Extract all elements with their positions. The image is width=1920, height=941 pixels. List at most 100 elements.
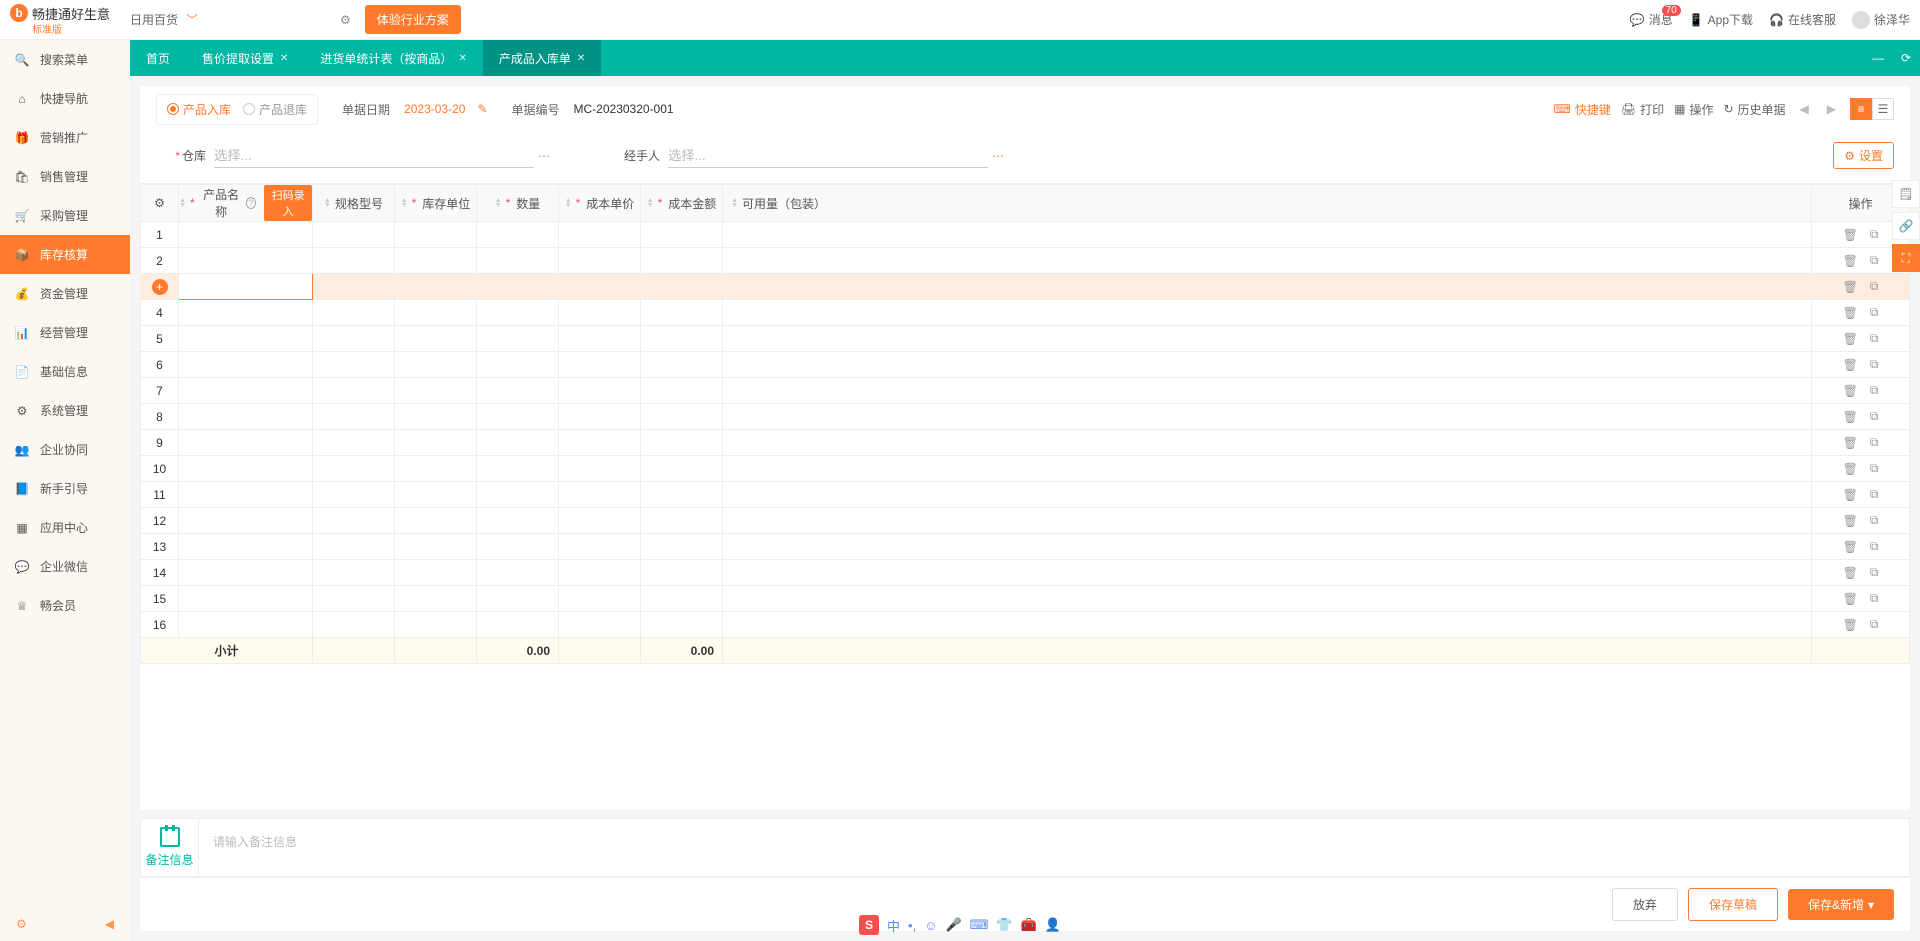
prev-doc-button[interactable]: ◀ [1796, 102, 1813, 116]
messages-button[interactable]: 💬 消息 70 [1630, 11, 1673, 28]
sidebar-item-2[interactable]: 🎁营销推广 [0, 118, 130, 157]
sidebar-item-10[interactable]: 👥企业协同 [0, 430, 130, 469]
copy-icon[interactable]: ⧉ [1870, 513, 1879, 528]
plan-button[interactable]: 体验行业方案 [365, 5, 461, 34]
tab-1[interactable]: 售价提取设置✕ [186, 40, 304, 76]
delete-icon[interactable]: 🗑 [1843, 358, 1858, 372]
handler-input[interactable] [668, 144, 988, 168]
sidebar-item-0[interactable]: 🔍搜索菜单 [0, 40, 130, 79]
warehouse-more-icon[interactable]: ⋯ [538, 149, 550, 163]
header-gear-icon[interactable]: ⚙ [154, 196, 165, 210]
date-value[interactable]: 2023-03-20 [404, 102, 465, 116]
delete-icon[interactable]: 🗑 [1843, 488, 1858, 502]
copy-icon[interactable]: ⧉ [1870, 565, 1879, 580]
sidebar-item-13[interactable]: 💬企业微信 [0, 547, 130, 586]
add-row-button[interactable]: + [152, 279, 168, 295]
table-row[interactable]: 5 🗑⧉ [141, 326, 1910, 352]
copy-icon[interactable]: ⧉ [1870, 487, 1879, 502]
table-row[interactable]: 13 🗑⧉ [141, 534, 1910, 560]
shortcut-button[interactable]: ⌨快捷键 [1554, 101, 1611, 118]
store-dropdown[interactable]: 日用百货 ﹀ [130, 11, 330, 28]
delete-icon[interactable]: 🗑 [1843, 410, 1858, 424]
date-edit-icon[interactable]: ✎ [477, 102, 487, 116]
delete-icon[interactable]: 🗑 [1843, 254, 1858, 268]
delete-icon[interactable]: 🗑 [1843, 618, 1858, 632]
history-button[interactable]: ↻历史单据 [1723, 101, 1785, 118]
sort-icon[interactable]: ▲▼ [179, 198, 186, 208]
radio-product-out[interactable]: 产品退库 [243, 101, 307, 118]
view-card-button[interactable]: ☰ [1872, 98, 1894, 120]
delete-icon[interactable]: 🗑 [1843, 306, 1858, 320]
table-row[interactable]: 12 🗑⧉ [141, 508, 1910, 534]
copy-icon[interactable]: ⧉ [1870, 305, 1879, 320]
close-icon[interactable]: ✕ [577, 53, 585, 64]
rail-expand-button[interactable]: ⛶ [1892, 244, 1920, 272]
sidebar-item-14[interactable]: ♕畅会员 [0, 586, 130, 625]
view-list-button[interactable]: ≡ [1850, 98, 1872, 120]
delete-icon[interactable]: 🗑 [1843, 332, 1858, 346]
table-row[interactable]: 14 🗑⧉ [141, 560, 1910, 586]
settings-button[interactable]: ⚙ 设置 [1833, 142, 1894, 169]
copy-icon[interactable]: ⧉ [1870, 461, 1879, 476]
rail-link-button[interactable]: 🔗 [1892, 212, 1920, 240]
ime-punct-icon[interactable]: •, [908, 918, 916, 933]
table-row[interactable]: 7 🗑⧉ [141, 378, 1910, 404]
ime-user-icon[interactable]: 👤 [1045, 917, 1061, 933]
copy-icon[interactable]: ⧉ [1870, 279, 1879, 294]
sidebar-item-5[interactable]: 📦库存核算 [0, 235, 130, 274]
delete-icon[interactable]: 🗑 [1843, 436, 1858, 450]
rail-note-button[interactable]: 🗒 [1892, 180, 1920, 208]
sidebar-settings-icon[interactable]: ⚙ [16, 917, 27, 931]
copy-icon[interactable]: ⧉ [1870, 617, 1879, 632]
table-row[interactable]: 9 🗑⧉ [141, 430, 1910, 456]
delete-icon[interactable]: 🗑 [1843, 566, 1858, 580]
tab-2[interactable]: 进货单统计表（按商品）✕ [304, 40, 482, 76]
delete-icon[interactable]: 🗑 [1843, 592, 1858, 606]
sidebar-item-6[interactable]: 💰资金管理 [0, 274, 130, 313]
table-row[interactable]: 2 🗑⧉ [141, 248, 1910, 274]
close-icon[interactable]: ✕ [280, 53, 288, 64]
tab-minimize-button[interactable]: — [1864, 51, 1892, 65]
ime-lang[interactable]: 中 [887, 916, 900, 935]
delete-icon[interactable]: 🗑 [1843, 462, 1858, 476]
table-row[interactable]: 15 🗑⧉ [141, 586, 1910, 612]
header-gear-icon[interactable]: ⚙ [340, 13, 351, 27]
delete-icon[interactable]: 🗑 [1843, 384, 1858, 398]
ime-sogou-icon[interactable]: S [859, 915, 879, 935]
sidebar-item-8[interactable]: 📄基础信息 [0, 352, 130, 391]
sidebar-item-1[interactable]: ⌂快捷导航 [0, 79, 130, 118]
save-new-button[interactable]: 保存&新增▾ [1788, 889, 1894, 920]
print-button[interactable]: 🖨打印 [1621, 101, 1664, 118]
copy-icon[interactable]: ⧉ [1870, 591, 1879, 606]
table-row[interactable]: 1 🗑⧉ [141, 222, 1910, 248]
sort-icon[interactable]: ▲▼ [324, 198, 331, 208]
handler-more-icon[interactable]: ⋯ [992, 149, 1004, 163]
sidebar-item-7[interactable]: 📊经营管理 [0, 313, 130, 352]
copy-icon[interactable]: ⧉ [1870, 331, 1879, 346]
sidebar-item-3[interactable]: 🛍销售管理 [0, 157, 130, 196]
user-menu[interactable]: 徐泽华 [1852, 11, 1910, 29]
table-row[interactable]: 4 🗑⧉ [141, 300, 1910, 326]
discard-button[interactable]: 放弃 [1612, 888, 1678, 921]
ime-toolbox-icon[interactable]: 🧰 [1021, 917, 1037, 933]
ime-mic-icon[interactable]: 🎤 [945, 917, 961, 933]
online-service-button[interactable]: 🎧 在线客服 [1769, 11, 1836, 28]
copy-icon[interactable]: ⧉ [1870, 227, 1879, 242]
help-icon[interactable]: ? [246, 197, 257, 209]
scan-button[interactable]: 扫码录入 [264, 185, 312, 221]
sort-icon[interactable]: ▲▼ [565, 198, 572, 208]
ime-keyboard-icon[interactable]: ⌨ [970, 917, 989, 933]
next-doc-button[interactable]: ▶ [1823, 102, 1840, 116]
ime-emoji-icon[interactable]: ☺ [924, 918, 937, 933]
sort-icon[interactable]: ▲▼ [495, 198, 502, 208]
copy-icon[interactable]: ⧉ [1870, 253, 1879, 268]
table-row[interactable]: 10 🗑⧉ [141, 456, 1910, 482]
copy-icon[interactable]: ⧉ [1870, 539, 1879, 554]
sidebar-item-9[interactable]: ⚙系统管理 [0, 391, 130, 430]
delete-icon[interactable]: 🗑 [1843, 514, 1858, 528]
sidebar-item-12[interactable]: ▦应用中心 [0, 508, 130, 547]
delete-icon[interactable]: 🗑 [1843, 228, 1858, 242]
sidebar-item-4[interactable]: 🛒采购管理 [0, 196, 130, 235]
table-row[interactable]: 11 🗑⧉ [141, 482, 1910, 508]
remarks-input[interactable] [199, 819, 1909, 876]
